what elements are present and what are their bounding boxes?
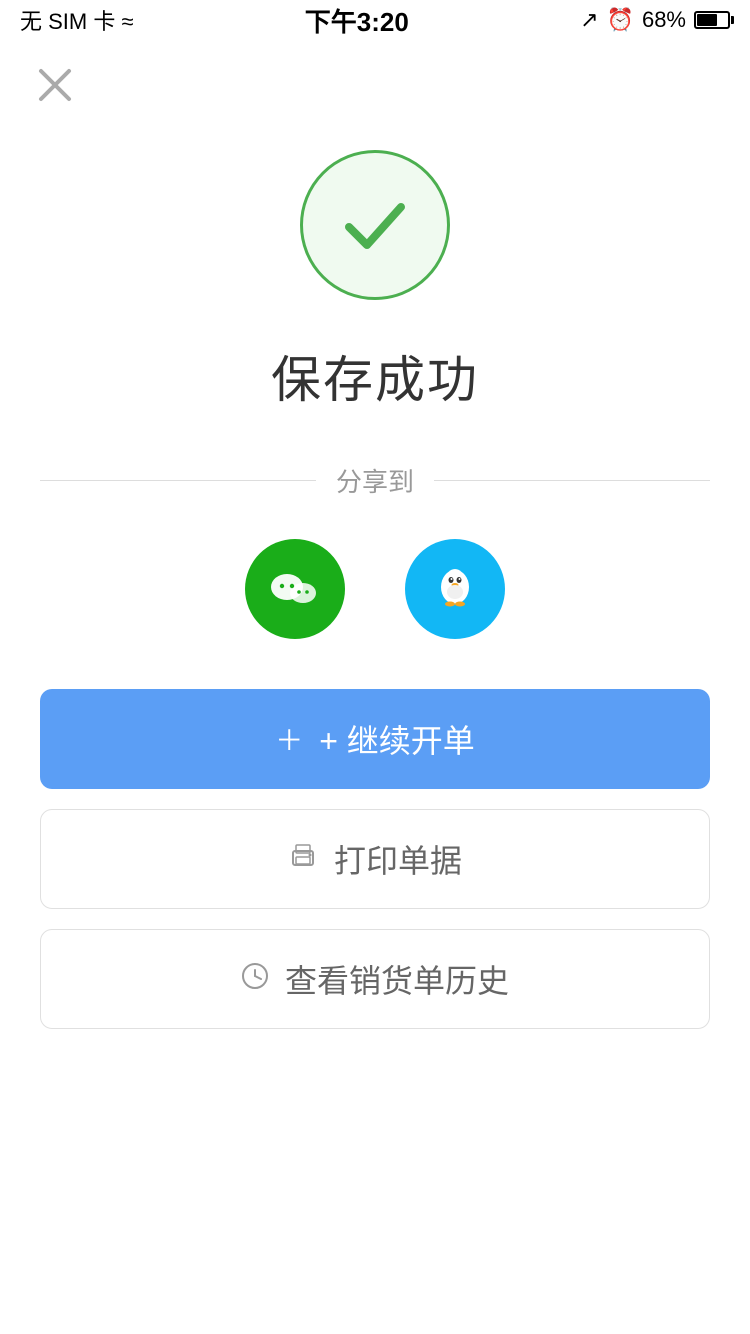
sim-status: 无 SIM 卡 ≈	[20, 4, 134, 36]
alarm-icon: ⏰	[607, 7, 634, 33]
status-time: 下午3:20	[305, 2, 409, 39]
share-icons	[40, 539, 710, 639]
share-qq-button[interactable]	[405, 539, 505, 639]
battery-fill	[697, 14, 717, 26]
qq-icon	[425, 559, 485, 619]
checkmark-icon	[335, 185, 415, 265]
main-content: 保存成功 分享到	[0, 130, 750, 1049]
history-button[interactable]: 查看销货单历史	[40, 929, 710, 1029]
success-title: 保存成功	[271, 340, 479, 412]
share-label: 分享到	[336, 462, 414, 499]
share-section: 分享到	[40, 462, 710, 639]
wechat-icon	[265, 559, 325, 619]
plus-icon: ＋	[275, 719, 303, 759]
printer-icon	[288, 842, 318, 877]
share-divider: 分享到	[40, 462, 710, 499]
battery-icon	[694, 11, 730, 29]
print-button[interactable]: 打印单据	[40, 809, 710, 909]
history-label: 查看销货单历史	[285, 956, 509, 1002]
clock-icon	[241, 962, 269, 997]
close-button[interactable]	[30, 60, 80, 110]
share-wechat-button[interactable]	[245, 539, 345, 639]
success-icon-circle	[300, 150, 450, 300]
status-right: ↗ ⏰ 68%	[580, 7, 730, 33]
continue-label: + 继续开单	[319, 716, 475, 762]
battery-percent: 68%	[642, 7, 686, 33]
continue-button[interactable]: ＋ + 继续开单	[40, 689, 710, 789]
location-icon: ↗	[580, 7, 598, 33]
action-buttons: ＋ + 继续开单 打印单据	[40, 689, 710, 1029]
print-label: 打印单据	[334, 836, 462, 882]
status-bar: 无 SIM 卡 ≈ 下午3:20 ↗ ⏰ 68%	[0, 0, 750, 40]
status-left: 无 SIM 卡 ≈	[20, 4, 134, 36]
